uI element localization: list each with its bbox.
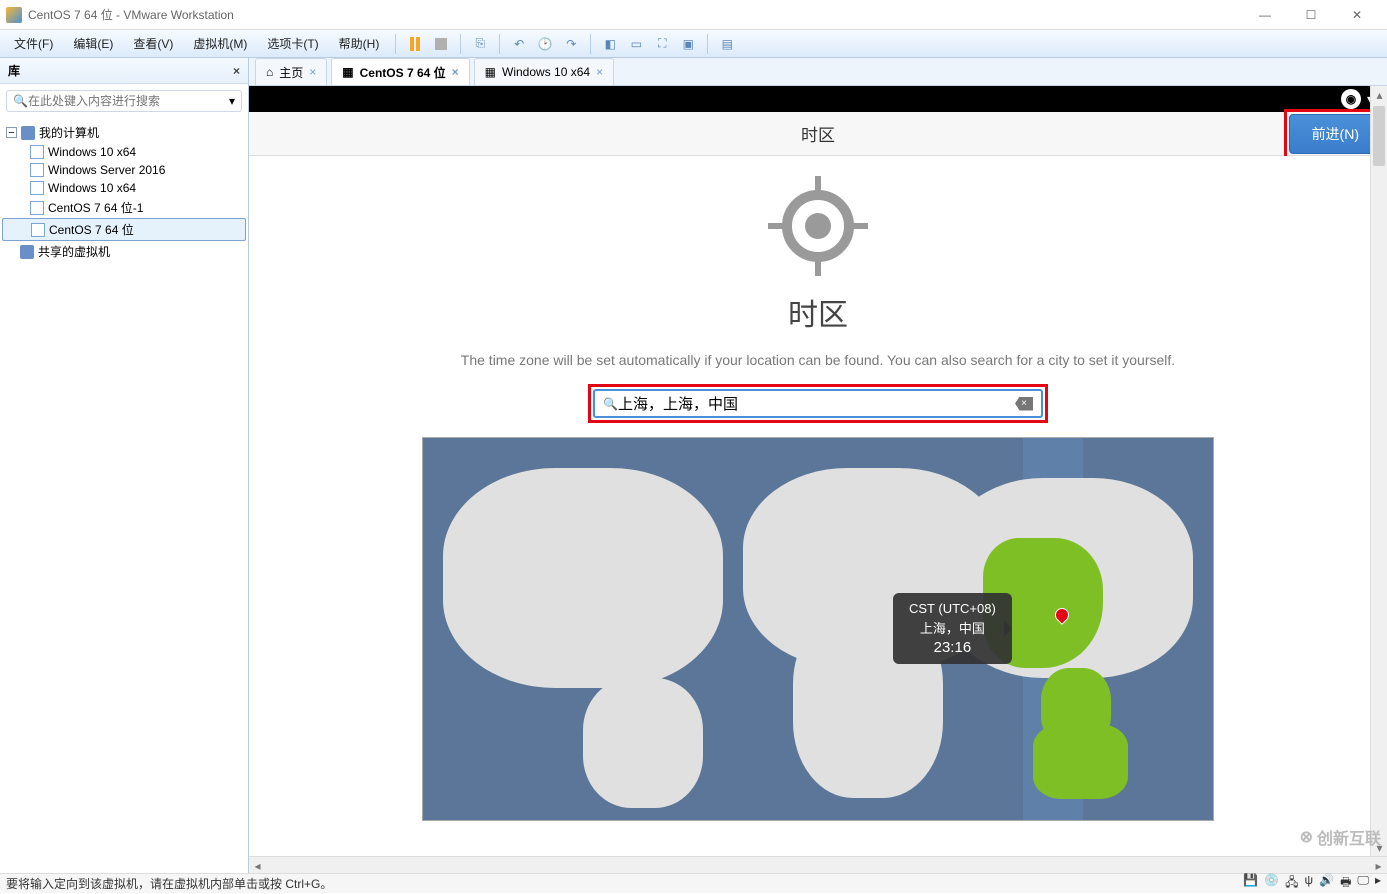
tree-item[interactable]: Windows 10 x64 — [2, 179, 246, 197]
library-header: 库 × — [0, 58, 248, 84]
tab-bar: ⌂主页× ▦CentOS 7 64 位× ▦Windows 10 x64× — [249, 58, 1387, 86]
vertical-scrollbar[interactable]: ▴ ▾ — [1370, 86, 1387, 856]
horizontal-scrollbar[interactable]: ◂ ▸ — [249, 856, 1387, 873]
menu-vm[interactable]: 虚拟机(M) — [185, 31, 255, 56]
device-printer-icon[interactable]: 🖶 — [1340, 873, 1351, 894]
device-display-icon[interactable]: 🖵 — [1357, 873, 1369, 894]
timezone-search-input[interactable] — [618, 395, 1015, 412]
tree-shared-vms[interactable]: 共享的虚拟机 — [2, 241, 246, 262]
world-map[interactable]: CST (UTC+08) 上海，中国 23:16 — [422, 437, 1214, 821]
pause-button[interactable] — [404, 33, 426, 55]
tooltip-loc: 上海，中国 — [909, 618, 996, 637]
highlight-region — [1033, 724, 1128, 799]
vm-icon — [30, 181, 44, 195]
snapshot-icon[interactable]: ⎘ — [469, 33, 491, 55]
view-console-icon[interactable]: ▤ — [716, 33, 738, 55]
next-button[interactable]: 前进(N) — [1289, 114, 1382, 154]
device-sound-icon[interactable]: 🔊 — [1319, 873, 1334, 894]
library-close-icon[interactable]: × — [233, 64, 240, 78]
vm-icon — [31, 223, 45, 237]
scroll-up-icon[interactable]: ▴ — [1371, 86, 1387, 103]
content-area: ⌂主页× ▦CentOS 7 64 位× ▦Windows 10 x64× ◉ … — [249, 58, 1387, 873]
library-title: 库 — [8, 62, 20, 79]
clear-icon[interactable]: × — [1015, 397, 1033, 411]
menu-bar: 文件(F) 编辑(E) 查看(V) 虚拟机(M) 选项卡(T) 帮助(H) ⎘ … — [0, 30, 1387, 58]
accessibility-icon[interactable]: ◉ — [1341, 89, 1361, 109]
tab-win10[interactable]: ▦Windows 10 x64× — [474, 58, 614, 85]
scroll-down-icon[interactable]: ▾ — [1371, 839, 1387, 856]
close-button[interactable]: ✕ — [1343, 5, 1371, 25]
search-icon: 🔍 — [13, 94, 28, 108]
tree-item[interactable]: Windows 10 x64 — [2, 143, 246, 161]
map-tooltip: CST (UTC+08) 上海，中国 23:16 — [893, 593, 1012, 664]
collapse-icon[interactable]: − — [6, 127, 17, 138]
vm-tab-icon: ▦ — [485, 65, 496, 79]
tooltip-time: 23:16 — [909, 639, 996, 656]
location-crosshair-icon — [768, 176, 868, 276]
vm-icon — [30, 145, 44, 159]
library-search-input[interactable] — [28, 94, 229, 108]
view-fit-icon[interactable]: ⛶ — [651, 33, 673, 55]
installer-body: 时区 The time zone will be set automatical… — [249, 156, 1387, 856]
installer-header-title: 时区 — [801, 121, 835, 146]
maximize-button[interactable]: ☐ — [1297, 5, 1325, 25]
tab-close-icon[interactable]: × — [596, 65, 603, 79]
library-sidebar: 库 × 🔍 ▾ − 我的计算机 Windows 10 x64 Windows S… — [0, 58, 249, 873]
library-search[interactable]: 🔍 ▾ — [6, 90, 242, 112]
landmass — [583, 678, 703, 808]
vm-icon — [30, 201, 44, 215]
timezone-search[interactable]: 🔍 × — [593, 389, 1043, 418]
status-device-icons: 💾 💿 🖧 ψ 🔊 🖶 🖵 ▸ — [1243, 873, 1381, 894]
window-title: CentOS 7 64 位 - VMware Workstation — [28, 6, 1251, 23]
landmass — [443, 468, 723, 688]
vm-viewport[interactable]: ◉ ▾ 时区 前进(N) 时区 The time zone will be se… — [249, 86, 1387, 856]
shared-icon — [20, 245, 34, 259]
menu-edit[interactable]: 编辑(E) — [65, 31, 121, 56]
device-disk-icon[interactable]: 💾 — [1243, 873, 1258, 894]
view-full-icon[interactable]: ▭ — [625, 33, 647, 55]
tree-item-selected[interactable]: CentOS 7 64 位 — [2, 218, 246, 241]
tab-close-icon[interactable]: × — [452, 65, 459, 79]
tab-home[interactable]: ⌂主页× — [255, 58, 327, 85]
clock-back-icon[interactable]: ↶ — [508, 33, 530, 55]
device-usb-icon[interactable]: ψ — [1305, 873, 1314, 894]
vm-tree: − 我的计算机 Windows 10 x64 Windows Server 20… — [0, 118, 248, 873]
installer-header: 时区 前进(N) — [249, 112, 1387, 156]
timezone-subtitle: The time zone will be set automatically … — [461, 352, 1175, 368]
tree-item[interactable]: CentOS 7 64 位-1 — [2, 197, 246, 218]
timezone-title: 时区 — [788, 290, 848, 334]
timezone-search-highlight: 🔍 × — [588, 384, 1048, 423]
menu-tabs[interactable]: 选项卡(T) — [259, 31, 326, 56]
title-bar: CentOS 7 64 位 - VMware Workstation — ☐ ✕ — [0, 0, 1387, 30]
minimize-button[interactable]: — — [1251, 5, 1279, 25]
menu-file[interactable]: 文件(F) — [6, 31, 61, 56]
app-icon — [6, 7, 22, 23]
computer-icon — [21, 126, 35, 140]
view-unity-icon[interactable]: ▣ — [677, 33, 699, 55]
tree-my-computer[interactable]: − 我的计算机 — [2, 122, 246, 143]
menu-help[interactable]: 帮助(H) — [331, 31, 388, 56]
view-sidebar-icon[interactable]: ◧ — [599, 33, 621, 55]
scroll-thumb[interactable] — [1373, 106, 1385, 166]
device-net-icon[interactable]: 🖧 — [1285, 873, 1298, 894]
tab-close-icon[interactable]: × — [309, 65, 316, 79]
menu-view[interactable]: 查看(V) — [125, 31, 181, 56]
device-cd-icon[interactable]: 💿 — [1264, 873, 1279, 894]
search-dropdown-icon[interactable]: ▾ — [229, 94, 235, 108]
scroll-right-icon[interactable]: ▸ — [1370, 857, 1387, 874]
device-more-icon[interactable]: ▸ — [1375, 873, 1381, 894]
tooltip-tz: CST (UTC+08) — [909, 601, 996, 616]
status-bar: 要将输入定向到该虚拟机，请在虚拟机内部单击或按 Ctrl+G。 💾 💿 🖧 ψ … — [0, 873, 1387, 893]
home-icon: ⌂ — [266, 65, 273, 79]
status-text: 要将输入定向到该虚拟机，请在虚拟机内部单击或按 Ctrl+G。 — [6, 875, 332, 892]
stop-button[interactable] — [430, 33, 452, 55]
vm-icon — [30, 163, 44, 177]
search-icon: 🔍 — [603, 397, 618, 411]
tree-item[interactable]: Windows Server 2016 — [2, 161, 246, 179]
clock-icon[interactable]: 🕑 — [534, 33, 556, 55]
scroll-left-icon[interactable]: ◂ — [249, 857, 266, 874]
tab-centos[interactable]: ▦CentOS 7 64 位× — [331, 58, 469, 85]
vm-tab-icon: ▦ — [342, 65, 353, 79]
clock-fwd-icon[interactable]: ↷ — [560, 33, 582, 55]
